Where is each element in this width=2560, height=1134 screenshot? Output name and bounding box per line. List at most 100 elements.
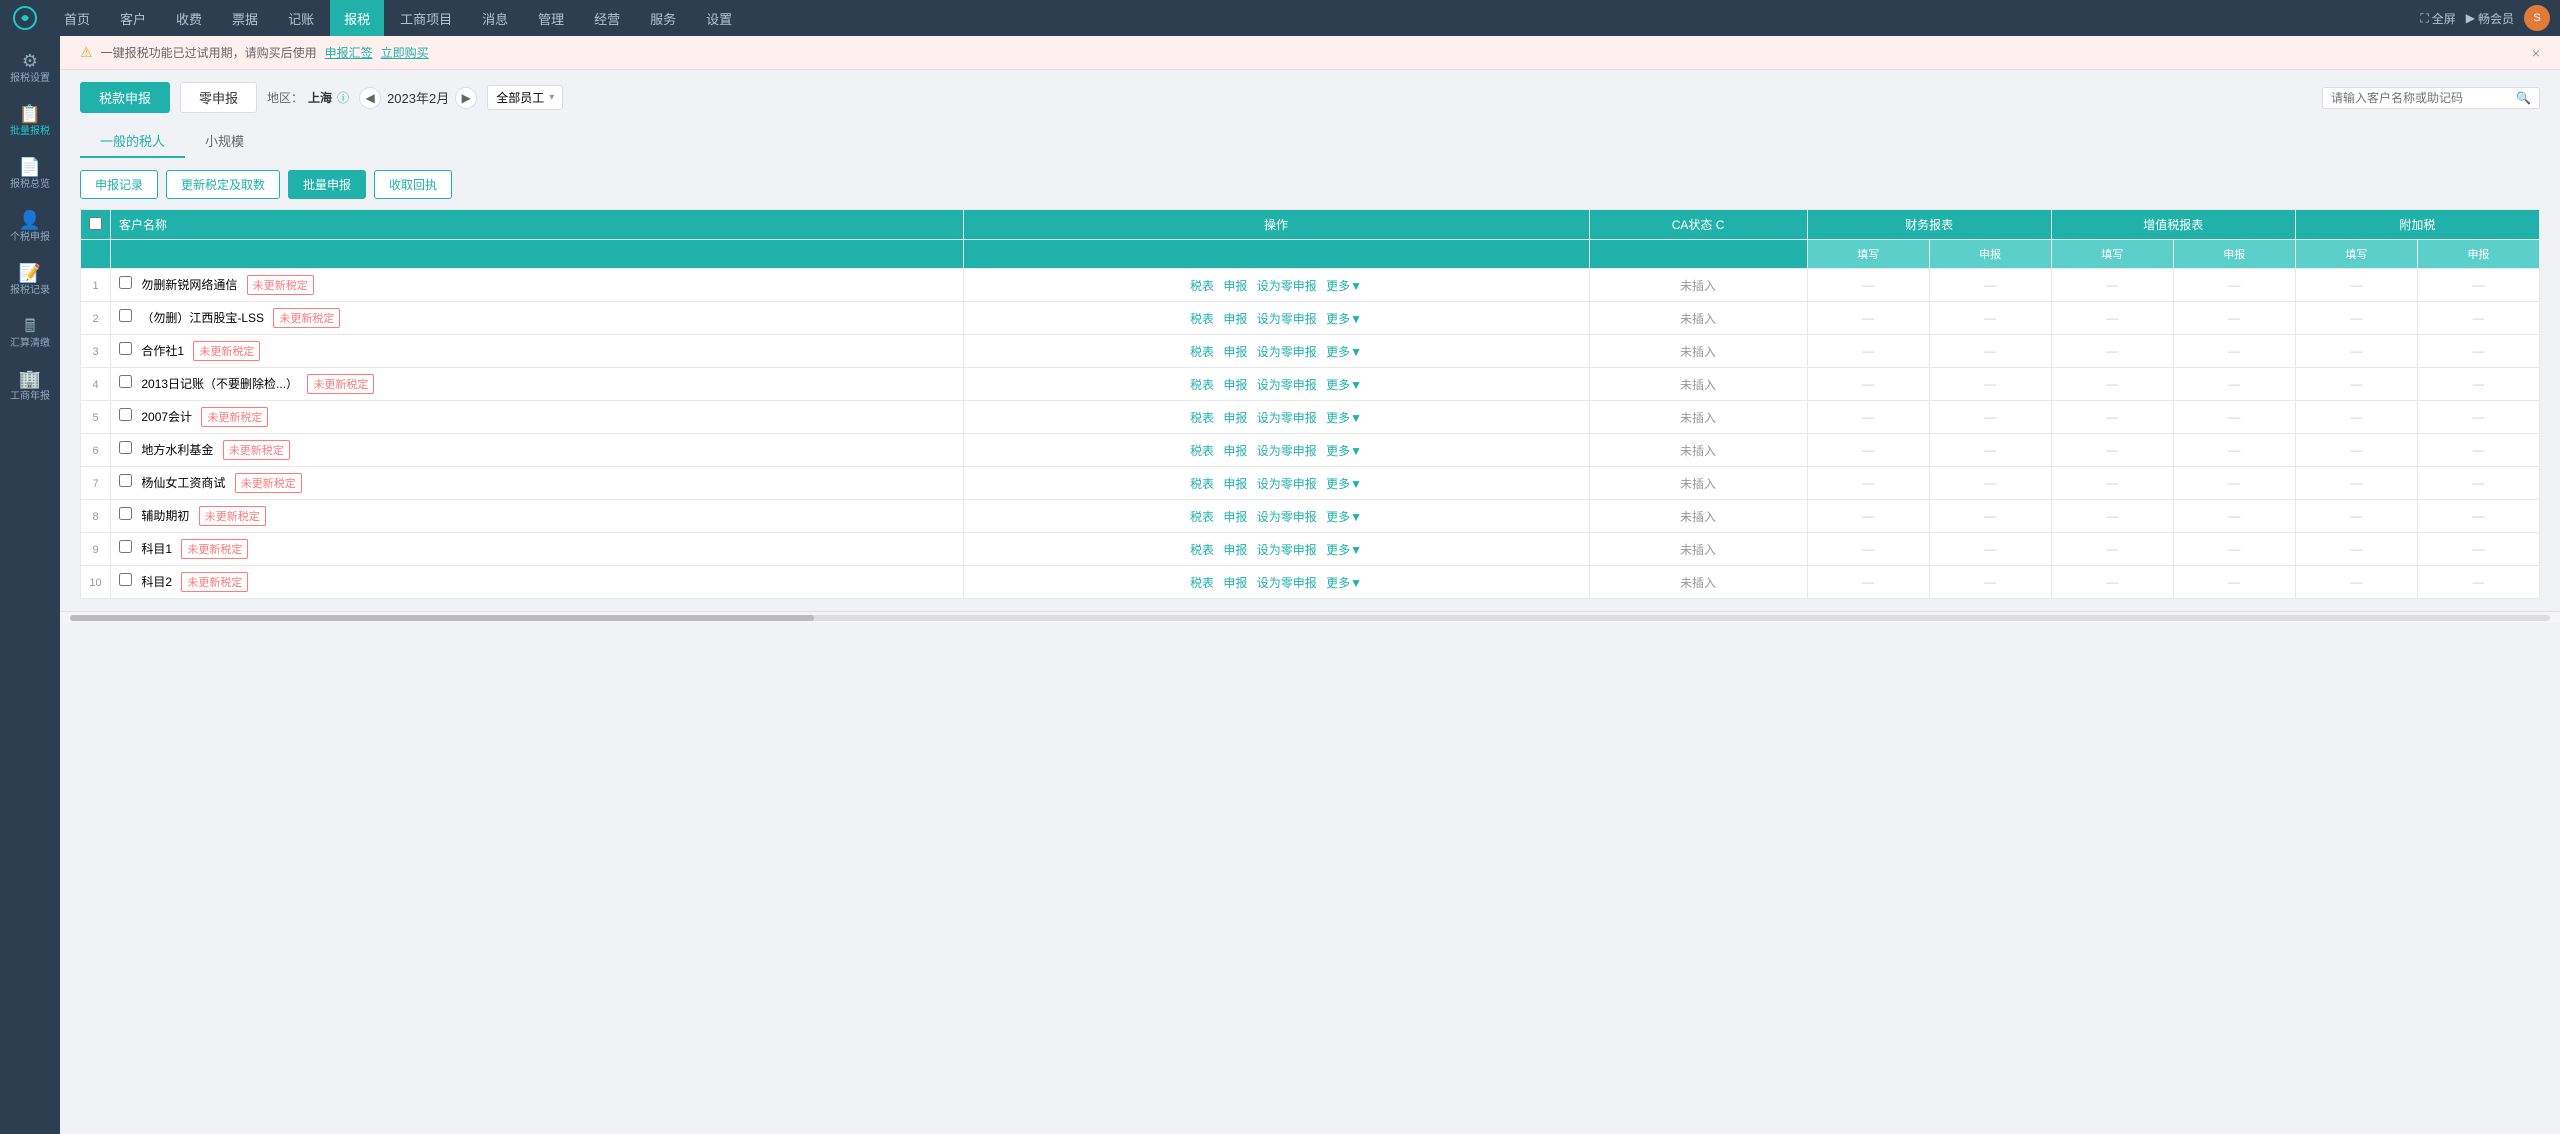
avatar[interactable]: S (2524, 5, 2550, 31)
op-zero-5[interactable]: 设为零申报 (1257, 444, 1317, 458)
info-icon[interactable]: ⓘ (337, 89, 349, 106)
op-tax-table-9[interactable]: 税表 (1190, 576, 1214, 590)
th-sub-empty3 (963, 240, 1589, 269)
op-tax-table-2[interactable]: 税表 (1190, 345, 1214, 359)
op-submit-2[interactable]: 申报 (1223, 345, 1247, 359)
status-badge-3: 未更新税定 (307, 374, 374, 394)
op-tax-table-3[interactable]: 税表 (1190, 378, 1214, 392)
action-btn-0[interactable]: 申报记录 (80, 170, 158, 199)
op-more-5[interactable]: 更多▼ (1326, 444, 1362, 458)
sidebar-item-2[interactable]: 📄 报税总览 (4, 150, 56, 199)
tab-0[interactable]: 税款申报 (80, 82, 170, 113)
op-tax-table-4[interactable]: 税表 (1190, 411, 1214, 425)
op-tax-table-8[interactable]: 税表 (1190, 543, 1214, 557)
sidebar-item-5[interactable]: 🖩 汇算清缴 (4, 309, 56, 358)
op-submit-8[interactable]: 申报 (1223, 543, 1247, 557)
row-select-0[interactable] (119, 276, 132, 289)
op-submit-9[interactable]: 申报 (1223, 576, 1247, 590)
row-select-8[interactable] (119, 540, 132, 553)
sidebar-item-3[interactable]: 👤 个税申报 (4, 203, 56, 252)
op-tax-table-5[interactable]: 税表 (1190, 444, 1214, 458)
banner-link1[interactable]: 申报汇签 (325, 44, 373, 61)
row-ops-5: 税表 申报 设为零申报 更多▼ (963, 434, 1589, 467)
op-more-8[interactable]: 更多▼ (1326, 543, 1362, 557)
nav-item-首页[interactable]: 首页 (50, 0, 104, 36)
action-btn-2[interactable]: 批量申报 (288, 170, 366, 199)
nav-item-报税[interactable]: 报税 (330, 0, 384, 36)
row-select-2[interactable] (119, 342, 132, 355)
op-more-4[interactable]: 更多▼ (1326, 411, 1362, 425)
trial-banner: ⚠ 一键报税功能已过试用期，请购买后使用 申报汇签 立即购买 × (60, 36, 2560, 70)
period-next[interactable]: ▶ (455, 87, 477, 109)
nav-item-服务[interactable]: 服务 (636, 0, 690, 36)
nav-item-票据[interactable]: 票据 (218, 0, 272, 36)
op-submit-5[interactable]: 申报 (1223, 444, 1247, 458)
op-tax-table-6[interactable]: 税表 (1190, 477, 1214, 491)
select-all-checkbox[interactable] (89, 217, 102, 230)
sidebar-item-1[interactable]: 📋 批量报税 (4, 97, 56, 146)
op-zero-2[interactable]: 设为零申报 (1257, 345, 1317, 359)
scrollbar-thumb[interactable] (70, 615, 814, 621)
row-fill2-1: — (2051, 302, 2173, 335)
sidebar-item-6[interactable]: 🏢 工商年报 (4, 362, 56, 411)
row-select-5[interactable] (119, 441, 132, 454)
op-zero-8[interactable]: 设为零申报 (1257, 543, 1317, 557)
op-tax-table-7[interactable]: 税表 (1190, 510, 1214, 524)
nav-item-记账[interactable]: 记账 (274, 0, 328, 36)
op-zero-1[interactable]: 设为零申报 (1257, 312, 1317, 326)
action-btn-1[interactable]: 更新税定及取数 (166, 170, 280, 199)
sub-tab-1[interactable]: 小规模 (185, 125, 264, 158)
op-zero-4[interactable]: 设为零申报 (1257, 411, 1317, 425)
sidebar-label-0: 报税设置 (10, 73, 50, 85)
action-btn-3[interactable]: 收取回执 (374, 170, 452, 199)
scrollbar-track[interactable] (70, 615, 2550, 621)
op-zero-0[interactable]: 设为零申报 (1257, 279, 1317, 293)
nav-item-客户[interactable]: 客户 (106, 0, 160, 36)
th-submit1: 申报 (1929, 240, 2051, 269)
nav-item-工商项目[interactable]: 工商项目 (386, 0, 466, 36)
op-zero-7[interactable]: 设为零申报 (1257, 510, 1317, 524)
search-icon[interactable]: 🔍 (2516, 91, 2531, 105)
op-submit-4[interactable]: 申报 (1223, 411, 1247, 425)
op-submit-3[interactable]: 申报 (1223, 378, 1247, 392)
op-more-6[interactable]: 更多▼ (1326, 477, 1362, 491)
row-select-9[interactable] (119, 573, 132, 586)
upgrade-btn[interactable]: ▶ 畅会员 (2466, 10, 2514, 27)
row-select-1[interactable] (119, 309, 132, 322)
op-zero-6[interactable]: 设为零申报 (1257, 477, 1317, 491)
op-submit-1[interactable]: 申报 (1223, 312, 1247, 326)
sidebar-item-0[interactable]: ⚙ 报税设置 (4, 44, 56, 93)
row-select-6[interactable] (119, 474, 132, 487)
op-submit-7[interactable]: 申报 (1223, 510, 1247, 524)
period-prev[interactable]: ◀ (359, 87, 381, 109)
nav-item-管理[interactable]: 管理 (524, 0, 578, 36)
op-tax-table-1[interactable]: 税表 (1190, 312, 1214, 326)
op-more-7[interactable]: 更多▼ (1326, 510, 1362, 524)
op-submit-0[interactable]: 申报 (1223, 279, 1247, 293)
search-input[interactable] (2331, 91, 2511, 105)
op-tax-table-0[interactable]: 税表 (1190, 279, 1214, 293)
row-select-3[interactable] (119, 375, 132, 388)
nav-item-消息[interactable]: 消息 (468, 0, 522, 36)
op-more-2[interactable]: 更多▼ (1326, 345, 1362, 359)
op-zero-3[interactable]: 设为零申报 (1257, 378, 1317, 392)
horizontal-scrollbar[interactable] (60, 611, 2560, 623)
op-submit-6[interactable]: 申报 (1223, 477, 1247, 491)
row-select-7[interactable] (119, 507, 132, 520)
sub-tab-0[interactable]: 一般的税人 (80, 125, 185, 158)
sidebar-item-4[interactable]: 📝 报税记录 (4, 256, 56, 305)
banner-link2[interactable]: 立即购买 (381, 44, 429, 61)
op-zero-9[interactable]: 设为零申报 (1257, 576, 1317, 590)
nav-item-经营[interactable]: 经营 (580, 0, 634, 36)
banner-close[interactable]: × (2532, 45, 2540, 61)
row-select-4[interactable] (119, 408, 132, 421)
tab-1[interactable]: 零申报 (180, 82, 257, 113)
op-more-0[interactable]: 更多▼ (1326, 279, 1362, 293)
fullscreen-btn[interactable]: ⛶ 全屏 (2420, 10, 2455, 27)
op-more-9[interactable]: 更多▼ (1326, 576, 1362, 590)
op-more-1[interactable]: 更多▼ (1326, 312, 1362, 326)
nav-item-设置[interactable]: 设置 (692, 0, 746, 36)
op-more-3[interactable]: 更多▼ (1326, 378, 1362, 392)
staff-select[interactable]: 全部员工 ▾ (487, 85, 563, 110)
nav-item-收费[interactable]: 收费 (162, 0, 216, 36)
